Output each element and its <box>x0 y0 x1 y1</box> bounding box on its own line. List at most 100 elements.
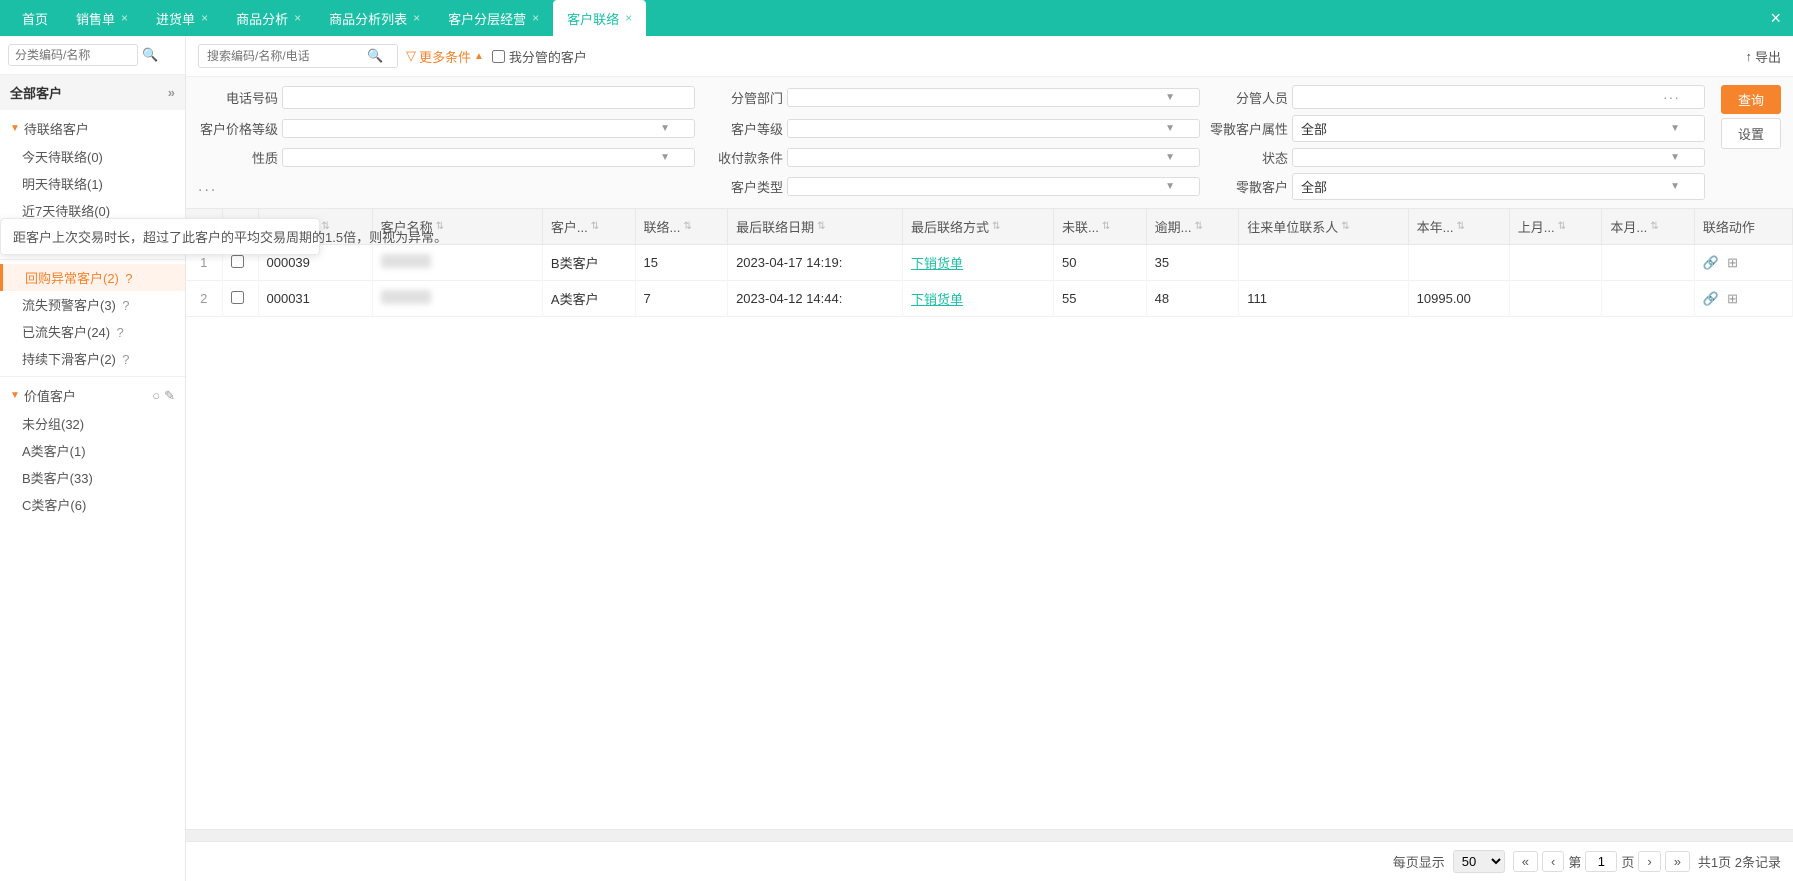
sidebar-search-icon[interactable]: 🔍 <box>142 47 158 63</box>
col-this-month[interactable]: 本月... ⇅ <box>1602 209 1695 245</box>
filter-cell-customer-type: 客户类型 ▼ <box>703 177 1200 196</box>
per-page-label: 每页显示 <box>1393 852 1445 871</box>
col-contact-count[interactable]: 联络... ⇅ <box>635 209 728 245</box>
col-last-method[interactable]: 最后联络方式 ⇅ <box>903 209 1054 245</box>
filter-cell-price-level: 客户价格等级 ▼ <box>198 119 695 138</box>
col-overdue[interactable]: 逾期... ⇅ <box>1146 209 1239 245</box>
row-2-num: 2 <box>186 281 222 317</box>
retail-customer-value: 全部 <box>1301 177 1327 196</box>
last-page-button[interactable]: » <box>1665 851 1690 872</box>
nav-customer-contact[interactable]: 客户联络 × <box>553 0 646 36</box>
query-button[interactable]: 查询 <box>1721 85 1781 114</box>
nav-purchase[interactable]: 进货单 × <box>142 0 222 36</box>
col-this-year[interactable]: 本年... ⇅ <box>1408 209 1509 245</box>
manager-select[interactable]: ··· <box>1292 85 1705 109</box>
col-last-date-sort-icon: ⇅ <box>817 221 825 232</box>
sidebar-item-lost-preview[interactable]: 流失预警客户(3) ? <box>0 291 185 318</box>
close-product-analysis-icon[interactable]: × <box>294 11 301 25</box>
sidebar-item-class-b[interactable]: B类客户(33) <box>0 464 185 491</box>
sidebar-item-ungrouped[interactable]: 未分组(32) <box>0 410 185 437</box>
toolbar: 🔍 ▽ 更多条件 ▲ 我分管的客户 ↑ 导出 <box>186 36 1793 77</box>
value-add-icon[interactable]: ✎ <box>164 388 175 404</box>
retail-customer-select[interactable]: 全部 ▼ <box>1292 173 1705 200</box>
customer-table: ⚙ 客户编码 ⇅ <box>186 209 1793 317</box>
nav-close-all[interactable]: × <box>1770 8 1781 29</box>
first-page-button[interactable]: « <box>1513 851 1538 872</box>
nav-product-analysis-list[interactable]: 商品分析列表 × <box>315 0 434 36</box>
col-customer-type[interactable]: 客户... ⇅ <box>542 209 635 245</box>
sidebar-item-tomorrow[interactable]: 明天待联络(1) <box>0 170 185 197</box>
sidebar-item-today[interactable]: 今天待联络(0) <box>0 143 185 170</box>
sidebar-item-class-a[interactable]: A类客户(1) <box>0 437 185 464</box>
sidebar-item-declining[interactable]: 持续下滑客户(2) ? <box>0 345 185 372</box>
col-no-contact[interactable]: 未联... ⇅ <box>1054 209 1147 245</box>
retail-attr-label: 零散客户属性 <box>1208 119 1288 138</box>
horizontal-scrollbar[interactable] <box>186 829 1793 841</box>
sidebar-item-repurchase-abnormal[interactable]: 回购异常客户(2) ? <box>0 264 185 291</box>
row-2-checkbox[interactable] <box>222 281 258 317</box>
dept-select[interactable]: ▼ <box>787 88 1200 107</box>
per-page-select[interactable]: 50 100 200 <box>1453 850 1505 873</box>
gender-select[interactable]: ▼ <box>282 148 695 167</box>
filter-cell-retail-attr: 零散客户属性 全部 ▼ <box>1208 115 1705 142</box>
customer-level-label: 客户等级 <box>703 119 783 138</box>
prev-page-button[interactable]: ‹ <box>1542 851 1564 872</box>
my-customer-checkbox[interactable] <box>492 50 505 63</box>
retail-customer-chevron: ▼ <box>1670 181 1680 192</box>
retail-attr-select[interactable]: 全部 ▼ <box>1292 115 1705 142</box>
close-purchase-icon[interactable]: × <box>201 11 208 25</box>
close-segment-icon[interactable]: × <box>532 11 539 25</box>
table-row: 1 000039 B类客户 15 2023-04-17 14:19: 下销货单 … <box>186 245 1793 281</box>
sidebar-collapse-icon[interactable]: » <box>168 85 175 100</box>
status-label: 状态 <box>1208 148 1288 167</box>
customer-type-select[interactable]: ▼ <box>787 177 1200 196</box>
value-edit-icon[interactable]: ○ <box>152 388 160 404</box>
customer-level-select[interactable]: ▼ <box>787 119 1200 138</box>
col-last-month[interactable]: 上月... ⇅ <box>1509 209 1602 245</box>
repurchase-info-icon: ? <box>125 271 132 286</box>
filter-more-button[interactable]: ▽ 更多条件 ▲ <box>406 47 484 66</box>
row-1-grid-icon[interactable]: ⊞ <box>1727 255 1738 271</box>
row-1-method-link[interactable]: 下销货单 <box>911 256 963 271</box>
row-2-actions: 🔗 ⊞ <box>1694 281 1792 317</box>
table-container[interactable]: ⚙ 客户编码 ⇅ <box>186 209 1793 829</box>
filter-more-dots[interactable]: ... <box>198 178 217 196</box>
main-search-icon[interactable]: 🔍 <box>367 48 383 64</box>
col-last-contact-date[interactable]: 最后联络日期 ⇅ <box>728 209 903 245</box>
page-input[interactable] <box>1585 851 1617 872</box>
col-contact-person[interactable]: 往来单位联系人 ⇅ <box>1239 209 1408 245</box>
retail-attr-chevron: ▼ <box>1670 123 1680 134</box>
phone-input[interactable] <box>282 86 695 109</box>
price-level-select[interactable]: ▼ <box>282 119 695 138</box>
sidebar-item-class-c[interactable]: C类客户(6) <box>0 491 185 518</box>
pending-arrow-icon: ▼ <box>10 123 20 134</box>
value-group-header[interactable]: ▼ 价值客户 ○ ✎ <box>0 381 185 410</box>
row-2-grid-icon[interactable]: ⊞ <box>1727 291 1738 307</box>
sidebar-search-input[interactable] <box>8 44 138 66</box>
nav-home[interactable]: 首页 <box>8 0 62 36</box>
nav-sales[interactable]: 销售单 × <box>62 0 142 36</box>
col-contact-count-label: 联络... <box>644 217 681 236</box>
filter-row-1: 电话号码 分管部门 ▼ 分管人员 <box>198 85 1705 109</box>
sidebar-item-already-lost[interactable]: 已流失客户(24) ? <box>0 318 185 345</box>
row-2-method-link[interactable]: 下销货单 <box>911 292 963 307</box>
row-2-link-icon[interactable]: 🔗 <box>1703 291 1719 307</box>
next-page-button[interactable]: › <box>1638 851 1660 872</box>
status-select[interactable]: ▼ <box>1292 148 1705 167</box>
nav-customer-segment[interactable]: 客户分层经营 × <box>434 0 553 36</box>
row-2-contact-count: 7 <box>635 281 728 317</box>
row-1-link-icon[interactable]: 🔗 <box>1703 255 1719 271</box>
pending-group-title[interactable]: ▼ 待联络客户 <box>0 114 185 143</box>
setting-button[interactable]: 设置 <box>1721 118 1781 149</box>
close-product-list-icon[interactable]: × <box>413 11 420 25</box>
close-sales-icon[interactable]: × <box>121 11 128 25</box>
payment-select[interactable]: ▼ <box>787 148 1200 167</box>
row-2-no-contact: 55 <box>1054 281 1147 317</box>
gender-label: 性质 <box>198 148 278 167</box>
main-search-input[interactable] <box>207 49 367 63</box>
export-button[interactable]: ↑ 导出 <box>1745 47 1781 66</box>
row-2-contact-person: 111 <box>1239 281 1408 317</box>
nav-product-analysis[interactable]: 商品分析 × <box>222 0 315 36</box>
filter-cell-manager: 分管人员 ··· <box>1208 85 1705 109</box>
close-contact-icon[interactable]: × <box>625 11 632 25</box>
